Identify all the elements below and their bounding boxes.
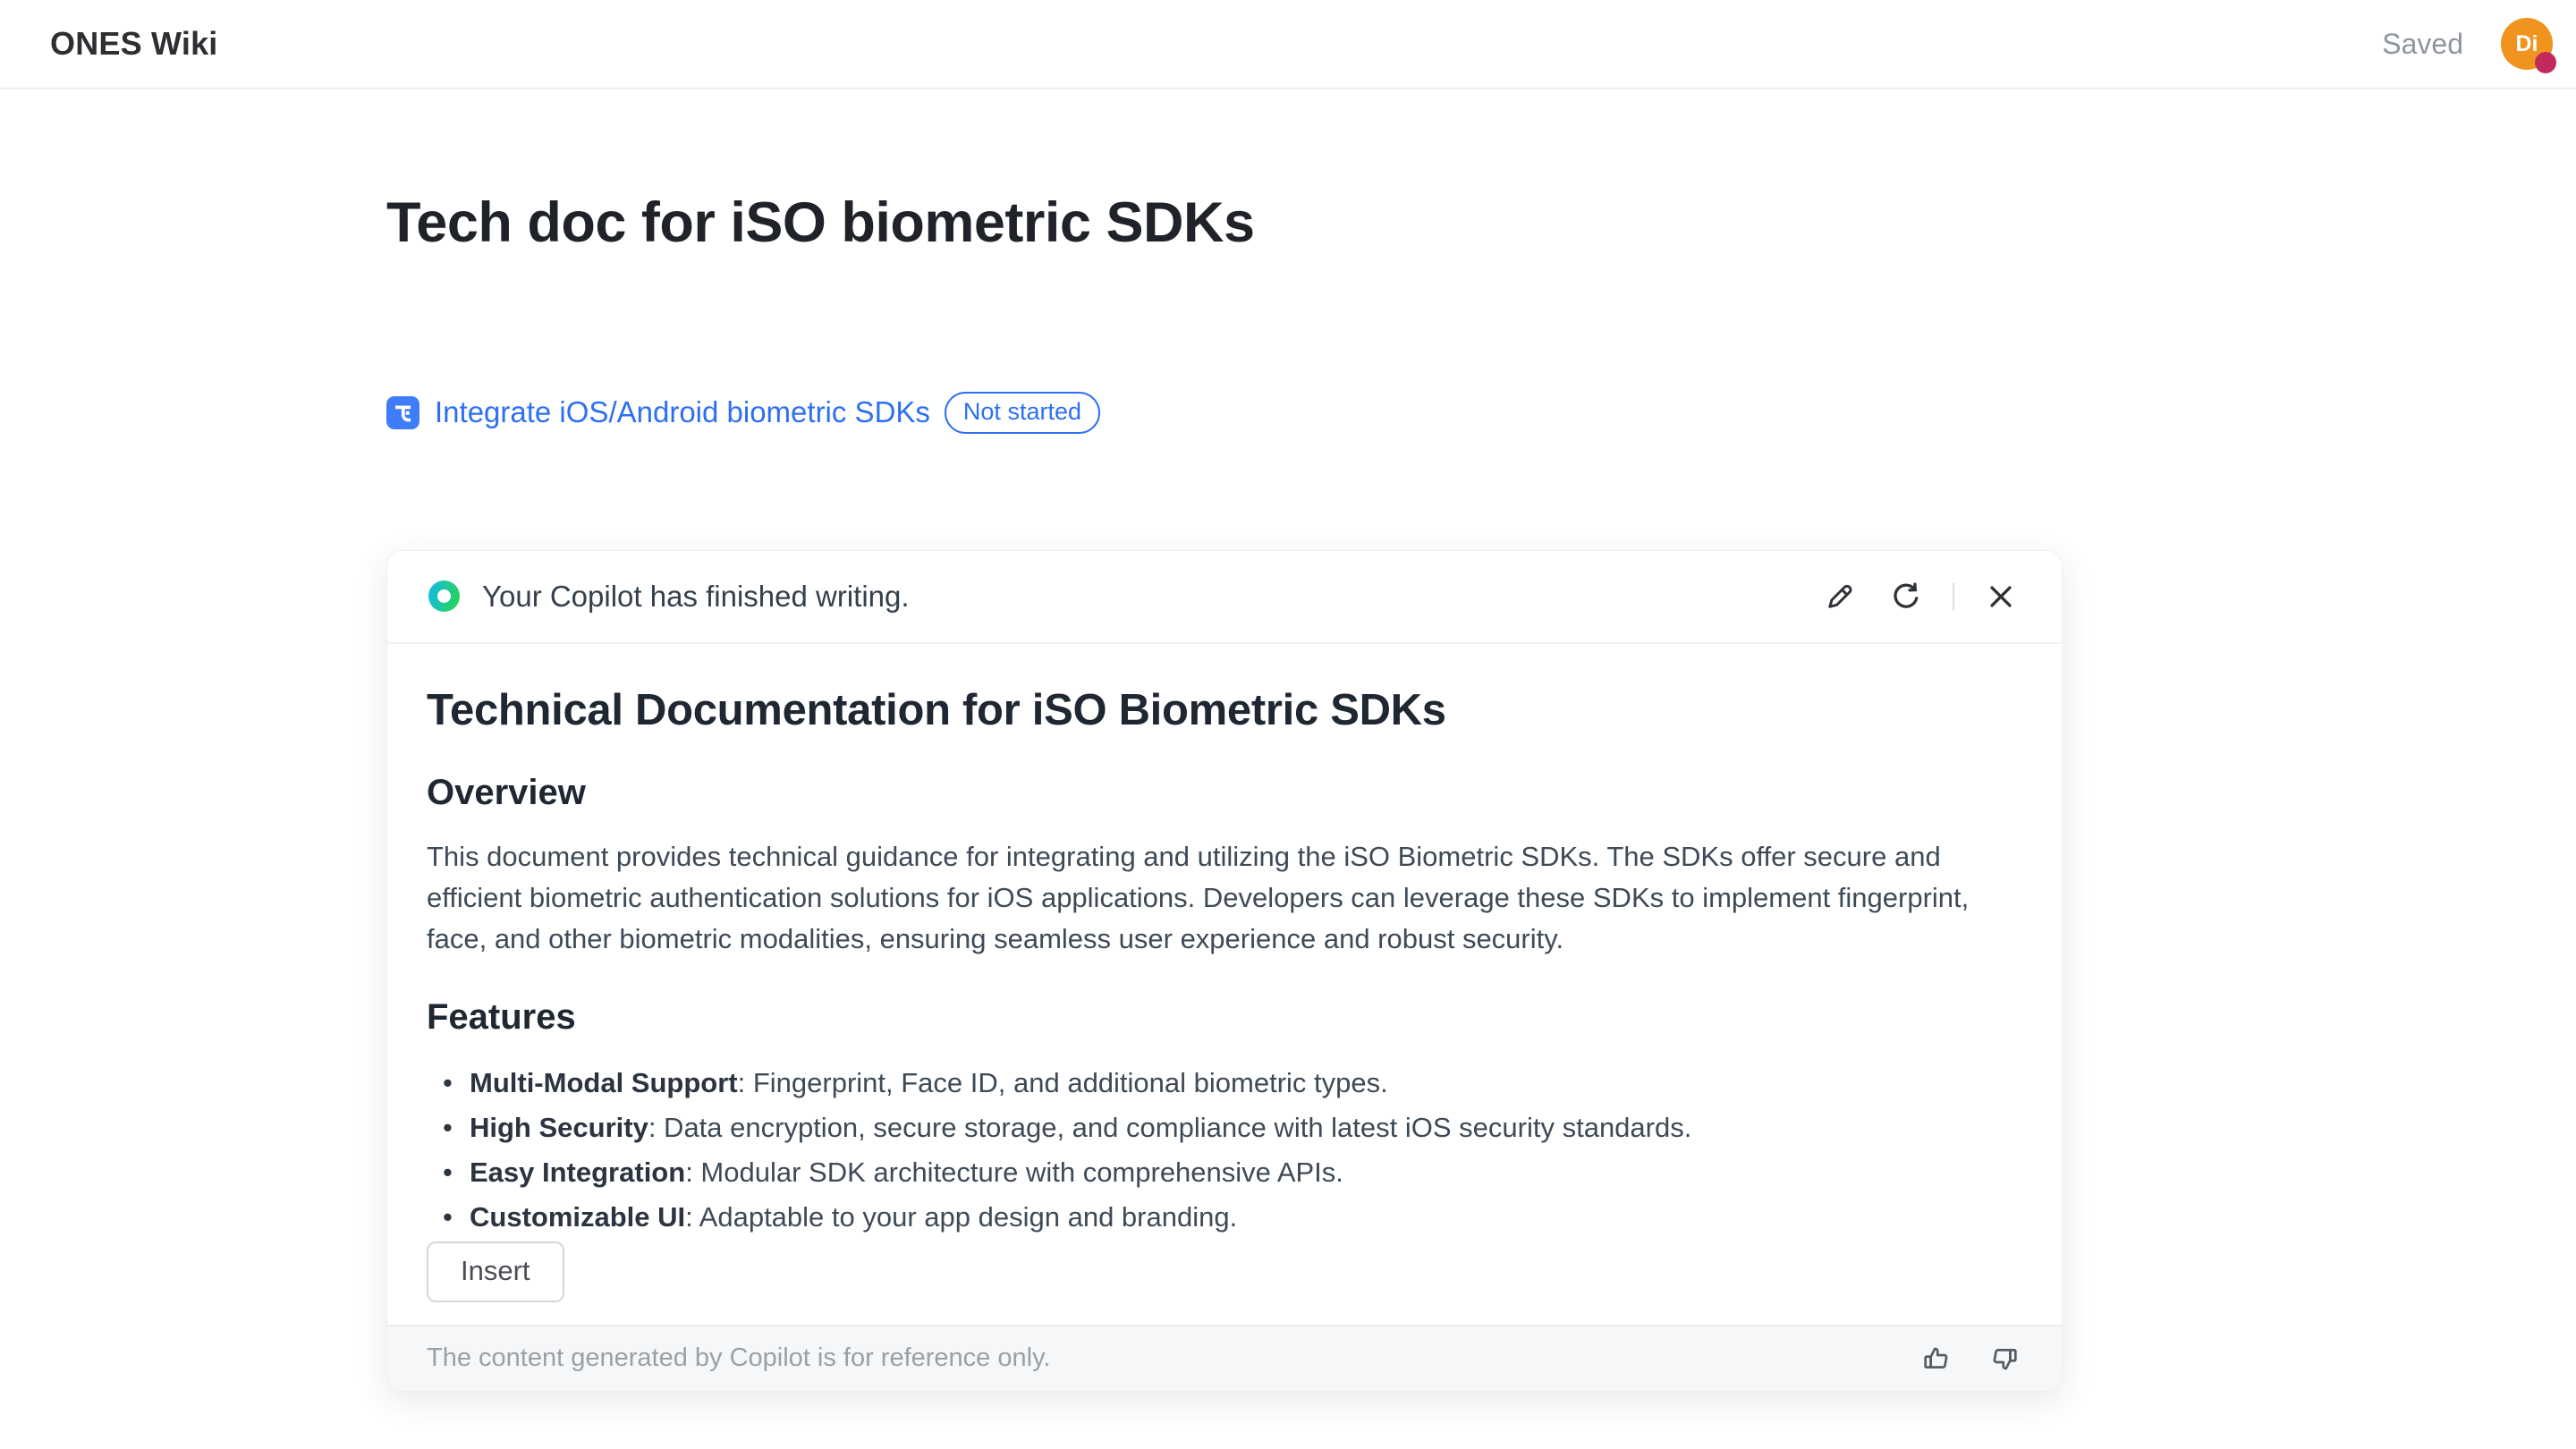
app-title: ONES Wiki bbox=[50, 25, 218, 62]
insert-row: Insert bbox=[387, 1233, 2062, 1302]
thumbs-down-icon bbox=[1993, 1348, 2017, 1370]
copilot-disclaimer: The content generated by Copilot is for … bbox=[427, 1343, 1051, 1373]
task-item-icon bbox=[386, 395, 419, 429]
feature-label: High Security bbox=[470, 1111, 648, 1143]
feature-label: Easy Integration bbox=[470, 1156, 686, 1188]
feature-label: Multi-Modal Support bbox=[470, 1066, 738, 1098]
main-content: Tech doc for iSO biometric SDKs Integrat… bbox=[386, 190, 2063, 1392]
copilot-header-actions bbox=[1820, 577, 2021, 616]
task-link-row[interactable]: Integrate iOS/Android biometric SDKs Not… bbox=[386, 391, 2063, 434]
list-item: High Security: Data encryption, secure s… bbox=[443, 1106, 2022, 1150]
feature-label: Customizable UI bbox=[470, 1200, 686, 1233]
pencil-icon bbox=[1828, 584, 1852, 608]
copilot-footer: The content generated by Copilot is for … bbox=[387, 1324, 2062, 1391]
doc-paragraph-overview: This document provides technical guidanc… bbox=[427, 840, 1970, 954]
feature-text: : Fingerprint, Face ID, and additional b… bbox=[737, 1066, 1388, 1098]
doc-heading-overview: Overview bbox=[427, 772, 586, 812]
copilot-ring-icon bbox=[428, 580, 460, 613]
close-icon bbox=[1990, 586, 2012, 607]
doc-title: Technical Documentation for iSO Biometri… bbox=[427, 685, 1446, 734]
thumbs-up-icon bbox=[1924, 1347, 1948, 1368]
list-item-clipped: Customizable UI: Adaptable to your app d… bbox=[443, 1195, 2022, 1233]
thumbs-up-button[interactable] bbox=[1919, 1341, 1954, 1377]
refresh-icon bbox=[1894, 582, 1919, 608]
copilot-ring-hole bbox=[437, 589, 451, 604]
doc-feature-list: Multi-Modal Support: Fingerprint, Face I… bbox=[427, 1061, 2022, 1233]
thumbs-down-button[interactable] bbox=[1987, 1341, 2022, 1377]
feature-text: : Modular SDK architecture with comprehe… bbox=[685, 1156, 1343, 1188]
list-item: Multi-Modal Support: Fingerprint, Face I… bbox=[443, 1061, 2022, 1106]
close-button[interactable] bbox=[1981, 577, 2021, 616]
save-status: Saved bbox=[2382, 27, 2463, 60]
copilot-header: Your Copilot has finished writing. bbox=[387, 550, 2062, 644]
list-item: Easy Integration: Modular SDK architectu… bbox=[443, 1150, 2022, 1195]
insert-button[interactable]: Insert bbox=[427, 1241, 564, 1302]
doc-heading-features: Features bbox=[427, 996, 576, 1037]
copilot-generated-content: Technical Documentation for iSO Biometri… bbox=[387, 644, 2062, 1233]
edit-button[interactable] bbox=[1820, 577, 1860, 616]
copilot-status-message: Your Copilot has finished writing. bbox=[482, 579, 910, 613]
page-title[interactable]: Tech doc for iSO biometric SDKs bbox=[386, 190, 2063, 258]
task-link[interactable]: Integrate iOS/Android biometric SDKs bbox=[435, 395, 930, 429]
feature-text: : Adaptable to your app design and brand… bbox=[685, 1200, 1238, 1233]
regenerate-button[interactable] bbox=[1886, 577, 1926, 616]
top-bar-right: Saved Di bbox=[2382, 18, 2556, 73]
avatar[interactable]: Di bbox=[2501, 18, 2556, 73]
avatar-status-dot bbox=[2535, 52, 2556, 73]
feature-text: : Data encryption, secure storage, and c… bbox=[648, 1111, 1692, 1143]
task-status-badge[interactable]: Not started bbox=[944, 391, 1100, 434]
header-divider bbox=[1953, 582, 1954, 610]
copilot-card: Your Copilot has finished writing. Techn… bbox=[386, 549, 2063, 1392]
feedback-actions bbox=[1919, 1341, 2022, 1377]
top-bar: ONES Wiki Saved Di bbox=[0, 0, 2576, 89]
